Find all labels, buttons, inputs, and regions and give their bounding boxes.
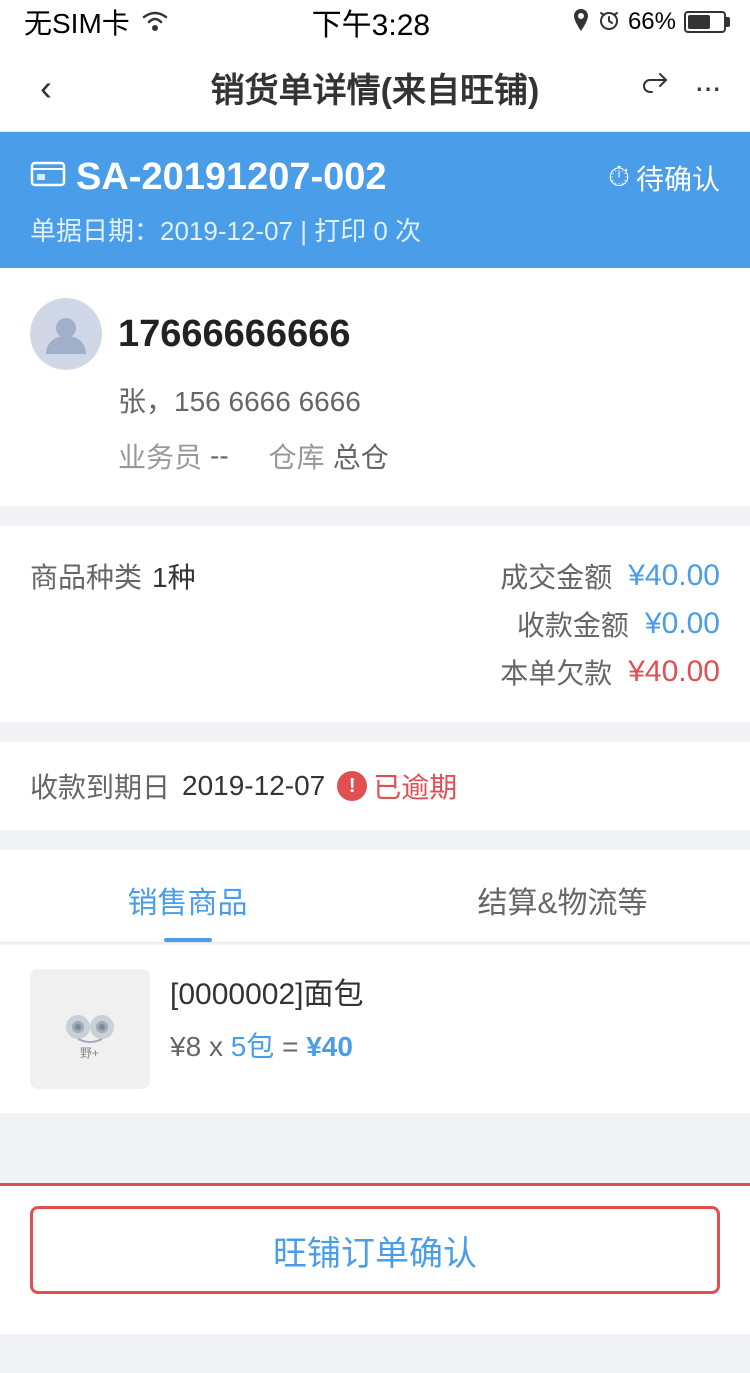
salesperson-label: 业务员 xyxy=(118,436,202,476)
status-icons: 66% xyxy=(572,7,726,38)
salesperson-value: -- xyxy=(210,440,229,472)
overdue-badge: ! 已逾期 xyxy=(337,766,457,806)
owed-row: 本单欠款 ¥40.00 xyxy=(500,652,720,692)
total-value: ¥40 xyxy=(306,1031,353,1062)
tab-products[interactable]: 销售商品 xyxy=(0,850,375,942)
salesperson-info: 业务员 -- xyxy=(118,436,229,476)
page-title: 销货单详情(来自旺铺) xyxy=(211,63,540,112)
received-label: 收款金额 xyxy=(517,604,629,644)
overdue-icon: ! xyxy=(337,771,367,801)
owed-value: ¥40.00 xyxy=(628,655,720,689)
customer-meta: 业务员 -- 仓库 总仓 xyxy=(118,436,720,476)
order-date: 单据日期：2019-12-07 | 打印 0 次 xyxy=(30,211,720,248)
warehouse-info: 仓库 总仓 xyxy=(269,436,389,476)
warehouse-value: 总仓 xyxy=(333,436,389,476)
quantity-value: 5包 xyxy=(231,1031,275,1062)
amount-row: 成交金额 ¥40.00 xyxy=(500,556,720,596)
customer-phone: 17666666666 xyxy=(118,313,350,356)
back-button[interactable]: ‹ xyxy=(30,57,62,119)
product-info: [0000002]面包 ¥8 x 5包 = ¥40 xyxy=(170,969,720,1065)
order-icon xyxy=(30,156,66,199)
due-date-section: 收款到期日 2019-12-07 ! 已逾期 xyxy=(0,742,750,830)
more-button[interactable]: ··· xyxy=(694,69,720,106)
customer-avatar xyxy=(30,298,102,370)
product-types-label: 商品种类 xyxy=(30,556,142,596)
money-summary: 成交金额 ¥40.00 收款金额 ¥0.00 本单欠款 ¥40.00 xyxy=(500,556,720,692)
customer-section: 17666666666 张，156 6666 6666 业务员 -- 仓库 总仓 xyxy=(0,268,750,506)
overdue-text: 已逾期 xyxy=(373,766,457,806)
tabs-section: 销售商品 结算&物流等 xyxy=(0,850,750,943)
status-bar: 无SIM卡 下午3:28 66% xyxy=(0,0,750,44)
summary-section: 商品种类 1种 成交金额 ¥40.00 收款金额 ¥0.00 本单欠款 ¥40.… xyxy=(0,526,750,722)
warehouse-label: 仓库 xyxy=(269,436,325,476)
order-status: ⏱ 待确认 xyxy=(608,158,720,198)
amount-value: ¥40.00 xyxy=(628,559,720,593)
bottom-action-bar: 旺铺订单确认 xyxy=(0,1183,750,1334)
product-thumbnail: 野+ xyxy=(30,969,150,1089)
status-time: 下午3:28 xyxy=(312,0,430,44)
product-name: [0000002]面包 xyxy=(170,969,720,1013)
status-carrier: 无SIM卡 xyxy=(24,2,170,42)
amount-label: 成交金额 xyxy=(500,556,612,596)
product-item: 野+ [0000002]面包 ¥8 x 5包 = ¥40 xyxy=(30,969,720,1089)
received-value: ¥0.00 xyxy=(645,607,720,641)
customer-name: 张，156 6666 6666 xyxy=(118,380,720,420)
wifi-icon xyxy=(140,6,170,38)
battery-icon xyxy=(684,11,726,33)
order-id: SA-20191207-002 xyxy=(30,156,387,199)
product-price: ¥8 x 5包 = ¥40 xyxy=(170,1025,720,1065)
alarm-icon xyxy=(598,7,620,38)
multiply-symbol: x xyxy=(209,1031,223,1062)
nav-bar: ‹ 销货单详情(来自旺铺) ··· xyxy=(0,44,750,132)
due-date-label: 收款到期日 xyxy=(30,766,170,806)
owed-label: 本单欠款 xyxy=(500,652,612,692)
confirm-order-button[interactable]: 旺铺订单确认 xyxy=(30,1206,720,1294)
price-value: ¥8 xyxy=(170,1031,201,1062)
svg-text:野+: 野+ xyxy=(80,1046,99,1059)
order-header: SA-20191207-002 ⏱ 待确认 单据日期：2019-12-07 | … xyxy=(0,132,750,268)
clock-icon: ⏱ xyxy=(608,161,630,194)
nav-right-actions: ··· xyxy=(640,69,720,107)
product-types-value: 1种 xyxy=(152,556,196,596)
equals-symbol: = xyxy=(282,1031,298,1062)
battery-percent: 66% xyxy=(628,8,676,36)
product-section: 野+ [0000002]面包 ¥8 x 5包 = ¥40 xyxy=(0,945,750,1113)
carrier-text: 无SIM卡 xyxy=(24,2,130,42)
location-icon xyxy=(572,7,590,38)
tab-settlement[interactable]: 结算&物流等 xyxy=(375,850,750,942)
product-types: 商品种类 1种 xyxy=(30,556,196,596)
due-date-value: 2019-12-07 xyxy=(182,770,325,802)
received-row: 收款金额 ¥0.00 xyxy=(517,604,720,644)
share-button[interactable] xyxy=(640,69,670,107)
